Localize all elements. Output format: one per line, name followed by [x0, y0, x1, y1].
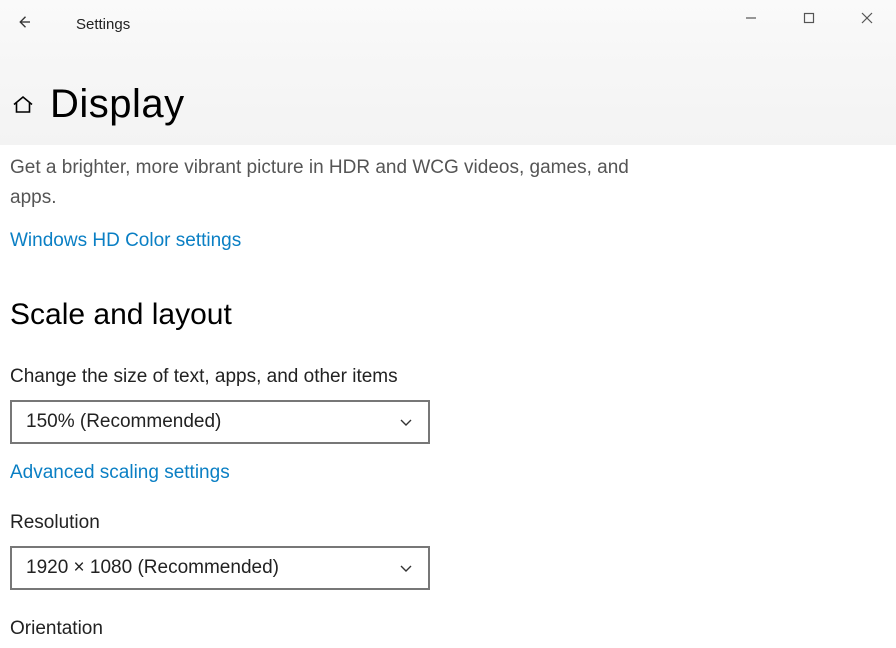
advanced-scaling-link[interactable]: Advanced scaling settings [10, 462, 230, 484]
resolution-dropdown[interactable]: 1920 × 1080 (Recommended) [10, 546, 430, 590]
scale-layout-heading: Scale and layout [10, 298, 886, 332]
hdr-description: Get a brighter, more vibrant picture in … [10, 153, 660, 214]
resolution-label: Resolution [10, 512, 886, 534]
home-icon [10, 92, 36, 118]
chevron-down-icon [398, 414, 414, 430]
close-button[interactable] [838, 0, 896, 40]
hd-color-settings-link[interactable]: Windows HD Color settings [10, 230, 241, 252]
orientation-label: Orientation [10, 618, 886, 640]
window-controls [722, 0, 896, 40]
text-size-value: 150% (Recommended) [26, 411, 221, 433]
page-header: Display [0, 48, 896, 145]
page-title-row: Display [10, 82, 886, 127]
window-title: Settings [76, 16, 130, 33]
chevron-down-icon [398, 560, 414, 576]
back-button[interactable] [0, 0, 48, 48]
resolution-value: 1920 × 1080 (Recommended) [26, 557, 279, 579]
text-size-dropdown[interactable]: 150% (Recommended) [10, 400, 430, 444]
minimize-icon [745, 11, 757, 29]
close-icon [861, 11, 873, 29]
maximize-button[interactable] [780, 0, 838, 40]
arrow-left-icon [15, 13, 33, 36]
minimize-button[interactable] [722, 0, 780, 40]
content-area: Get a brighter, more vibrant picture in … [0, 153, 896, 640]
maximize-icon [803, 11, 815, 29]
titlebar: Settings [0, 0, 896, 48]
text-size-label: Change the size of text, apps, and other… [10, 366, 886, 388]
page-title: Display [50, 82, 185, 127]
